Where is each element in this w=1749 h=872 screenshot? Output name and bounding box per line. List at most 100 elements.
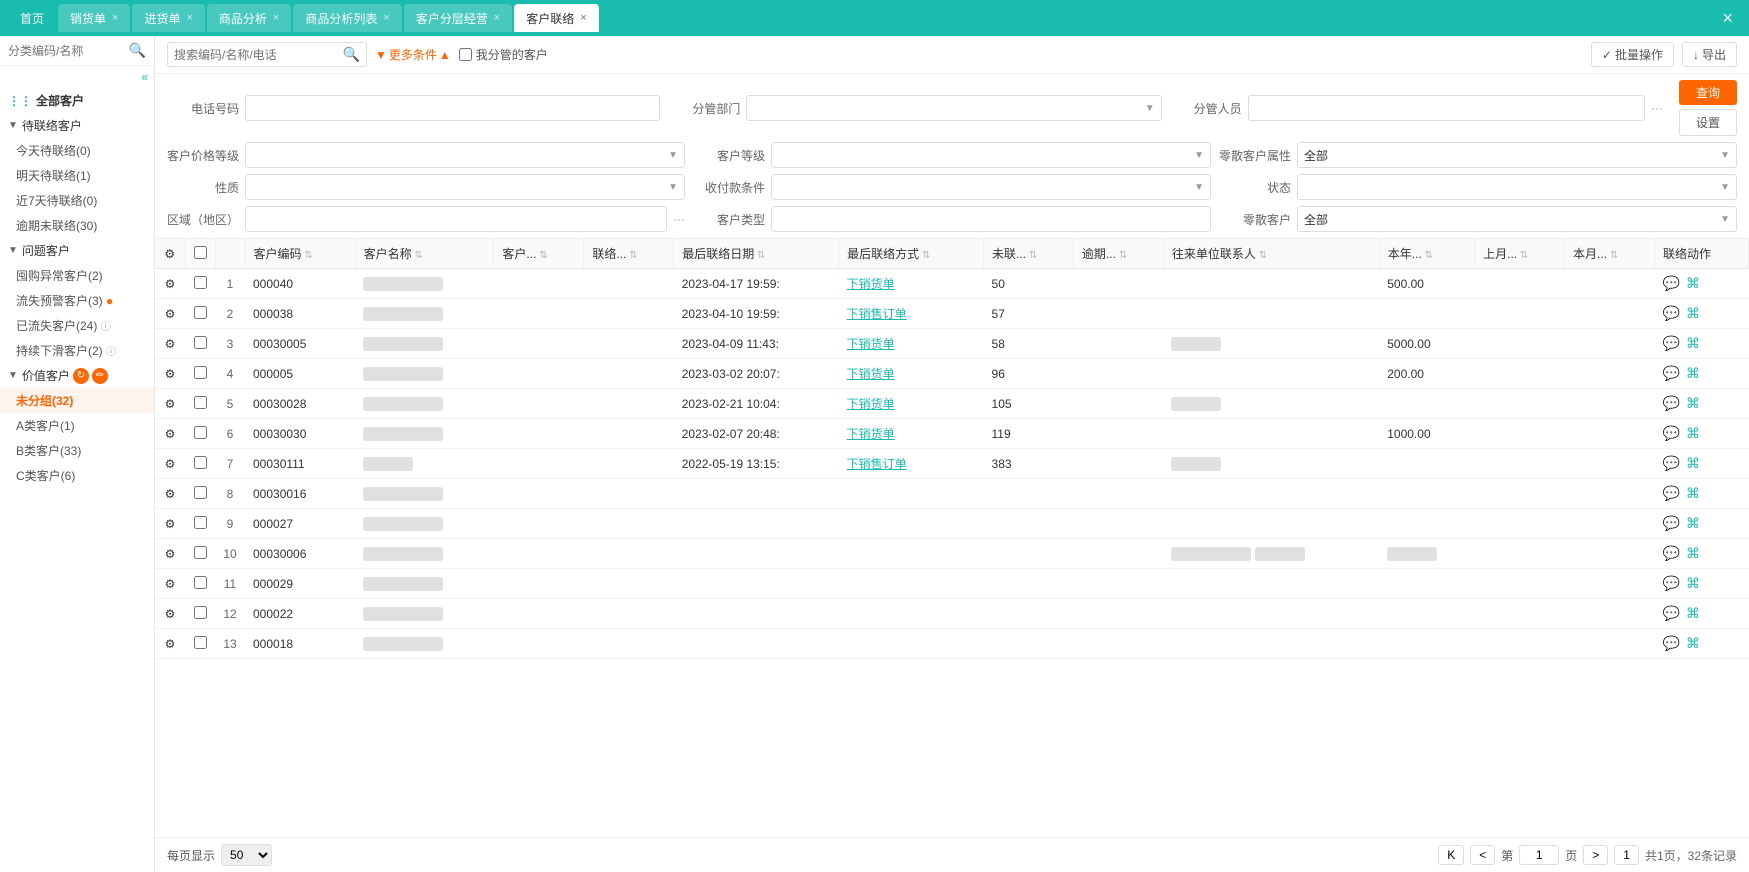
close-product-list-icon[interactable]: × bbox=[383, 12, 389, 24]
last-month-column-header[interactable]: 上月... bbox=[1475, 239, 1565, 269]
sidebar-item-declining[interactable]: 持续下滑客户(2) ⓘ bbox=[0, 338, 154, 363]
sidebar-item-7days-pending[interactable]: 近7天待联络(0) bbox=[0, 188, 154, 213]
row-checkbox[interactable] bbox=[194, 606, 207, 619]
sidebar-item-churned[interactable]: 已流失客户(24) ⓘ bbox=[0, 313, 154, 338]
row-settings[interactable]: ⚙ bbox=[155, 449, 185, 479]
sidebar-item-ungrouped[interactable]: 未分组(32) bbox=[0, 388, 154, 413]
contact-method-link[interactable]: 下销货单 bbox=[847, 337, 895, 351]
query-button[interactable]: 查询 bbox=[1679, 80, 1737, 105]
last-page-button[interactable]: 1 bbox=[1614, 845, 1639, 865]
chat-icon[interactable]: 💬 bbox=[1662, 575, 1679, 592]
price-level-select[interactable]: ▼ bbox=[245, 142, 685, 168]
sidebar-search-input[interactable] bbox=[8, 44, 125, 58]
row-settings[interactable]: ⚙ bbox=[155, 539, 185, 569]
sidebar-item-overdue-pending[interactable]: 逾期未联络(30) bbox=[0, 213, 154, 238]
refresh-icon[interactable]: ↻ bbox=[73, 368, 89, 384]
apps-icon[interactable]: ⌘ bbox=[1686, 635, 1700, 652]
chat-icon[interactable]: 💬 bbox=[1662, 425, 1679, 442]
my-customers-checkbox[interactable] bbox=[459, 48, 472, 61]
this-month-column-header[interactable]: 本月... bbox=[1565, 239, 1655, 269]
overdue-column-header[interactable]: 逾期... bbox=[1073, 239, 1163, 269]
row-checkbox[interactable] bbox=[194, 396, 207, 409]
tab-sales[interactable]: 销货单 × bbox=[58, 4, 130, 32]
apps-icon[interactable]: ⌘ bbox=[1686, 275, 1700, 292]
page-number-input[interactable] bbox=[1519, 845, 1559, 865]
contact-method-link[interactable]: 下销货单 bbox=[847, 427, 895, 441]
chat-icon[interactable]: 💬 bbox=[1662, 395, 1679, 412]
sidebar-all-customers[interactable]: ⋮⋮ 全部客户 bbox=[0, 88, 154, 113]
close-sales-icon[interactable]: × bbox=[112, 12, 118, 24]
apps-icon[interactable]: ⌘ bbox=[1686, 605, 1700, 622]
row-settings[interactable]: ⚙ bbox=[155, 389, 185, 419]
name-column-header[interactable]: 客户名称 bbox=[355, 239, 494, 269]
settings-column-header[interactable]: ⚙ bbox=[155, 239, 185, 269]
apps-icon[interactable]: ⌘ bbox=[1686, 575, 1700, 592]
contact-method-link[interactable]: 下销售订单 bbox=[847, 457, 907, 471]
person-input[interactable] bbox=[1248, 95, 1645, 121]
row-settings[interactable]: ⚙ bbox=[155, 359, 185, 389]
unit-contact-column-header[interactable]: 往来单位联系人 bbox=[1163, 239, 1379, 269]
sidebar-item-class-c[interactable]: C类客户(6) bbox=[0, 463, 154, 488]
row-checkbox[interactable] bbox=[194, 426, 207, 439]
row-settings[interactable]: ⚙ bbox=[155, 479, 185, 509]
contact-method-link[interactable]: 下销货单 bbox=[847, 367, 895, 381]
this-year-column-header[interactable]: 本年... bbox=[1379, 239, 1474, 269]
chat-icon[interactable]: 💬 bbox=[1662, 335, 1679, 352]
row-settings[interactable]: ⚙ bbox=[155, 599, 185, 629]
retail-customer-select[interactable]: 全部 ▼ bbox=[1297, 206, 1737, 232]
row-checkbox[interactable] bbox=[194, 336, 207, 349]
apps-icon[interactable]: ⌘ bbox=[1686, 365, 1700, 382]
edit-icon[interactable]: ✏ bbox=[92, 368, 108, 384]
export-button[interactable]: ↓ 导出 bbox=[1682, 42, 1737, 67]
close-purchase-icon[interactable]: × bbox=[186, 12, 192, 24]
first-page-button[interactable]: K bbox=[1438, 845, 1464, 865]
search-icon[interactable]: 🔍 bbox=[343, 46, 360, 63]
chat-icon[interactable]: 💬 bbox=[1662, 485, 1679, 502]
sidebar-item-today-pending[interactable]: 今天待联络(0) bbox=[0, 138, 154, 163]
sidebar-item-hoarding-abnormal[interactable]: 囤购异常客户(2) bbox=[0, 263, 154, 288]
sidebar-group-pending[interactable]: ▼ 待联络客户 bbox=[0, 113, 154, 138]
region-input[interactable] bbox=[245, 206, 667, 232]
tab-home[interactable]: 首页 bbox=[8, 4, 56, 32]
row-settings[interactable]: ⚙ bbox=[155, 269, 185, 299]
apps-icon[interactable]: ⌘ bbox=[1686, 305, 1700, 322]
chat-icon[interactable]: 💬 bbox=[1662, 305, 1679, 322]
chat-icon[interactable]: 💬 bbox=[1662, 455, 1679, 472]
contact-column-header[interactable]: 联络... bbox=[584, 239, 674, 269]
sidebar-group-value[interactable]: ▼ 价值客户 ↻ ✏ bbox=[0, 363, 154, 388]
apps-icon[interactable]: ⌘ bbox=[1686, 515, 1700, 532]
apps-icon[interactable]: ⌘ bbox=[1686, 545, 1700, 562]
type-column-header[interactable]: 客户... bbox=[494, 239, 584, 269]
tab-purchase[interactable]: 进货单 × bbox=[132, 4, 204, 32]
next-page-button[interactable]: > bbox=[1583, 845, 1608, 865]
apps-icon[interactable]: ⌘ bbox=[1686, 395, 1700, 412]
row-settings[interactable]: ⚙ bbox=[155, 569, 185, 599]
close-customer-tier-icon[interactable]: × bbox=[494, 12, 500, 24]
row-checkbox[interactable] bbox=[194, 306, 207, 319]
row-checkbox[interactable] bbox=[194, 636, 207, 649]
row-settings[interactable]: ⚙ bbox=[155, 299, 185, 329]
last-contact-method-column-header[interactable]: 最后联络方式 bbox=[839, 239, 984, 269]
region-dots-icon[interactable]: ··· bbox=[673, 212, 685, 226]
row-checkbox[interactable] bbox=[194, 276, 207, 289]
tab-customer-contact[interactable]: 客户联络 × bbox=[514, 4, 598, 32]
code-column-header[interactable]: 客户编码 bbox=[245, 239, 355, 269]
close-customer-contact-icon[interactable]: × bbox=[580, 12, 586, 24]
tab-product-list[interactable]: 商品分析列表 × bbox=[293, 4, 401, 32]
close-product-analysis-icon[interactable]: × bbox=[273, 12, 279, 24]
contact-method-link[interactable]: 下销货单 bbox=[847, 277, 895, 291]
row-checkbox[interactable] bbox=[194, 456, 207, 469]
sidebar-search-icon[interactable]: 🔍 bbox=[129, 42, 146, 59]
batch-operations-button[interactable]: ✓ 批量操作 bbox=[1591, 42, 1674, 67]
chat-icon[interactable]: 💬 bbox=[1662, 545, 1679, 562]
reset-button[interactable]: 设置 bbox=[1679, 109, 1737, 136]
prev-page-button[interactable]: < bbox=[1470, 845, 1495, 865]
row-settings[interactable]: ⚙ bbox=[155, 419, 185, 449]
apps-icon[interactable]: ⌘ bbox=[1686, 425, 1700, 442]
chat-icon[interactable]: 💬 bbox=[1662, 515, 1679, 532]
sidebar-item-class-a[interactable]: A类客户(1) bbox=[0, 413, 154, 438]
row-settings[interactable]: ⚙ bbox=[155, 329, 185, 359]
row-settings[interactable]: ⚙ bbox=[155, 509, 185, 539]
search-input[interactable] bbox=[174, 48, 339, 62]
dept-select[interactable]: ▼ bbox=[746, 95, 1161, 121]
